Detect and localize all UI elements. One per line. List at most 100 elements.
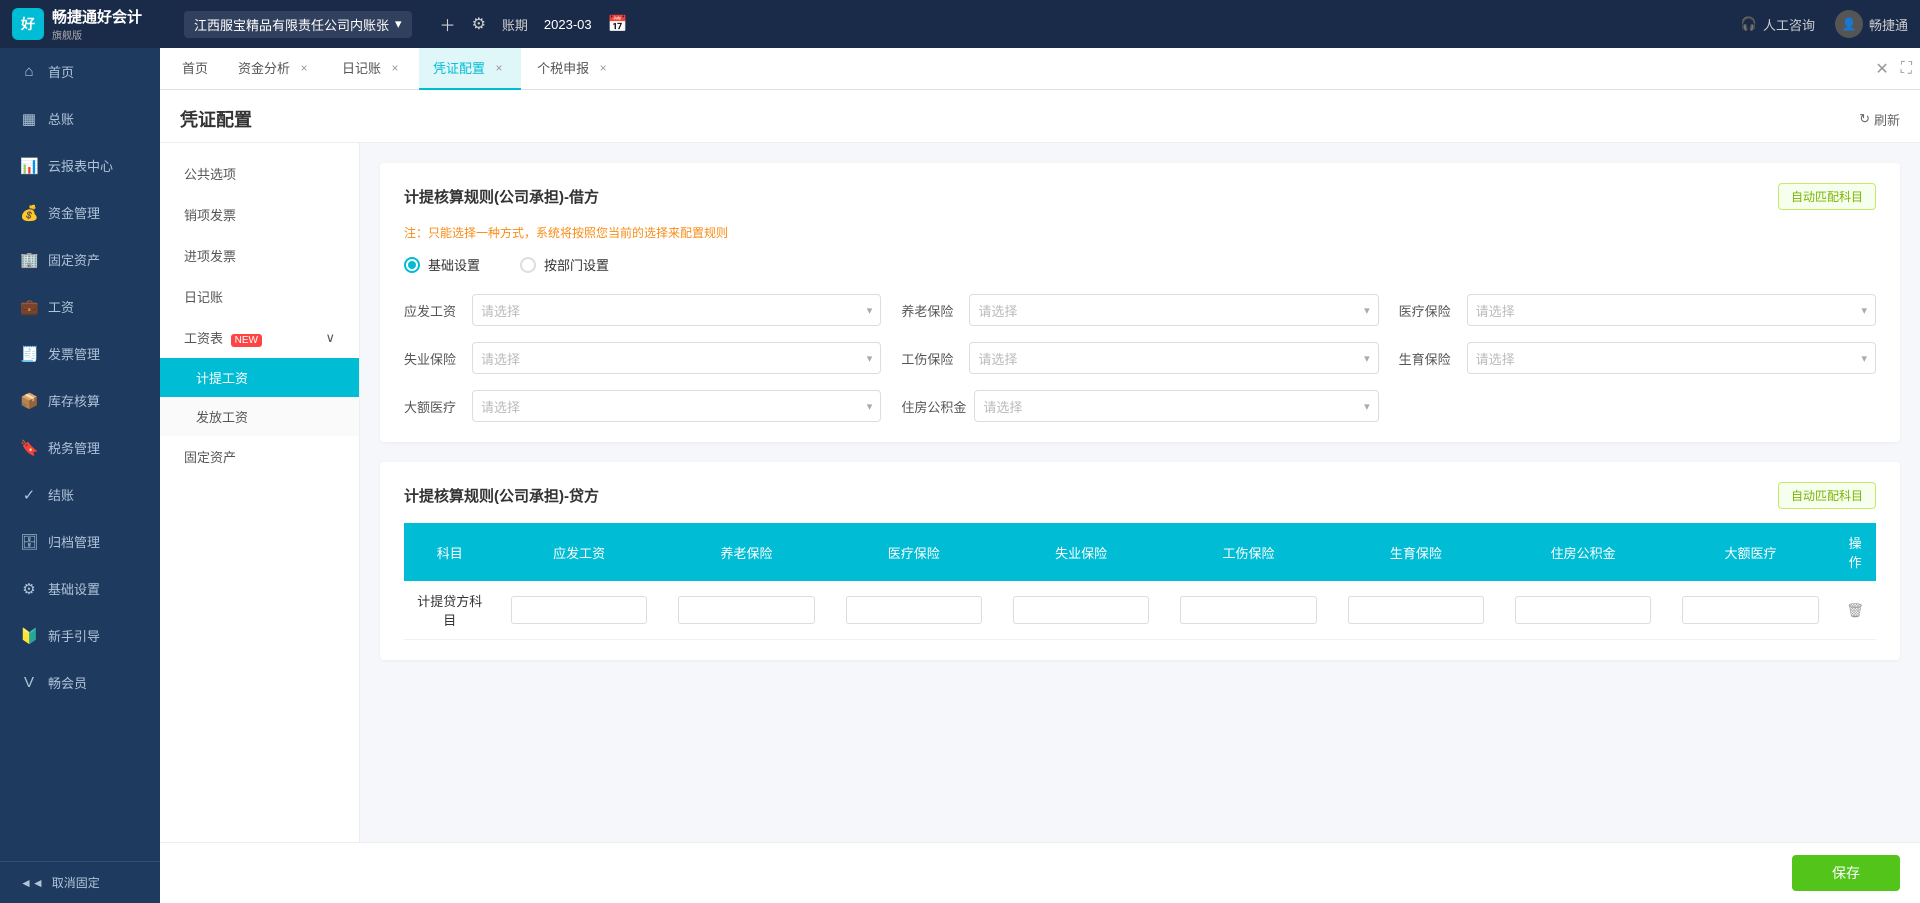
select-unemployment[interactable]: 请选择 ▾ [472,342,881,374]
radio-basic-label: 基础设置 [428,255,480,274]
sidebar-item-salary[interactable]: 💼 工资 [0,283,160,330]
sidebar-item-invoice[interactable]: 🧾 发票管理 [0,330,160,377]
page-title: 凭证配置 [180,106,252,132]
select-apply-salary-arrow: ▾ [867,304,873,317]
label-big-medical: 大额医疗 [404,397,464,416]
close-window-icon[interactable]: ✕ [1875,59,1888,79]
sidebar-item-reports[interactable]: 📊 云报表中心 [0,142,160,189]
tab-journal[interactable]: 日记账 × [328,48,417,90]
sidebar-item-guide[interactable]: 🔰 新手引导 [0,612,160,659]
sidebar-item-home[interactable]: ⌂ 首页 [0,48,160,95]
col-action: 操作 [1834,523,1876,581]
refresh-icon: ↻ [1859,111,1870,127]
label-pension: 养老保险 [901,301,961,320]
input-apply-salary[interactable] [511,596,647,624]
left-nav: 公共选项 销项发票 进项发票 日记账 工资表 NEW ∨ 计 [160,143,360,842]
input-big-medical[interactable] [1682,596,1818,624]
debit-auto-match-button[interactable]: 自动匹配科目 [1778,183,1876,210]
field-pension: 养老保险 请选择 ▾ [901,294,1378,326]
input-unemployment[interactable] [1013,596,1149,624]
top-bar-right: 🎧 人工咨询 👤 畅捷通 [1741,10,1908,38]
radio-group: 基础设置 按部门设置 [404,255,1876,274]
credit-auto-match-button[interactable]: 自动匹配科目 [1778,482,1876,509]
tab-journal-close[interactable]: × [387,60,403,76]
sidebar-item-checkout[interactable]: ✓ 结账 [0,471,160,518]
settings-icon[interactable]: ⚙ [472,14,486,34]
input-maternity[interactable] [1348,596,1484,624]
select-maternity[interactable]: 请选择 ▾ [1467,342,1876,374]
col-pension: 养老保险 [663,523,830,581]
left-nav-salary-group: 工资表 NEW ∨ 计提工资 发放工资 [160,317,359,436]
field-placeholder [1399,390,1876,422]
refresh-button[interactable]: ↻ 刷新 [1859,110,1900,129]
refresh-label: 刷新 [1874,110,1900,129]
sidebar-item-fund[interactable]: 💰 资金管理 [0,189,160,236]
input-injury[interactable] [1180,596,1316,624]
inventory-icon: 📦 [20,392,38,410]
member-icon: V [20,674,38,691]
tab-journal-label: 日记账 [342,58,381,77]
sidebar-item-settings[interactable]: ⚙ 基础设置 [0,565,160,612]
tab-fund-close[interactable]: × [296,60,312,76]
sidebar-cancel-pin[interactable]: ◄◄ 取消固定 [0,861,160,903]
support-label: 人工咨询 [1763,15,1815,34]
field-housing-fund: 住房公积金 请选择 ▾ [901,390,1378,422]
page-content: 凭证配置 ↻ 刷新 公共选项 销项发票 进项发票 日记账 [160,90,1920,903]
input-medical[interactable] [846,596,982,624]
left-nav-public[interactable]: 公共选项 [160,153,359,194]
tab-fund[interactable]: 资金分析 × [224,48,326,90]
select-housing-fund[interactable]: 请选择 ▾ [974,390,1378,422]
delete-row-icon[interactable]: 🗑 [1846,602,1864,618]
select-medical-arrow: ▾ [1861,304,1867,317]
logo-text: 畅捷通好会计 [52,6,142,27]
company-selector[interactable]: 江西服宝精品有限责任公司内账张 ▾ [184,11,412,38]
credit-section-header: 计提核算规则(公司承担)-贷方 自动匹配科目 [404,482,1876,509]
left-nav-sales[interactable]: 销项发票 [160,194,359,235]
tab-voucher-close[interactable]: × [491,60,507,76]
sidebar-label-inventory: 库存核算 [48,391,100,410]
input-pension[interactable] [678,596,814,624]
tab-voucher[interactable]: 凭证配置 × [419,48,521,90]
tab-tax[interactable]: 个税申报 × [523,48,625,90]
label-medical: 医疗保险 [1399,301,1459,320]
sidebar-item-member[interactable]: V 畅会员 [0,659,160,706]
left-nav-pay-salary[interactable]: 发放工资 [160,397,359,436]
radio-basic[interactable]: 基础设置 [404,255,480,274]
user-area[interactable]: 👤 畅捷通 [1835,10,1908,38]
left-nav-salary-header[interactable]: 工资表 NEW ∨ [160,317,359,358]
select-medical[interactable]: 请选择 ▾ [1467,294,1876,326]
radio-dept[interactable]: 按部门设置 [520,255,609,274]
logo-icon: 好 [12,8,44,40]
main-panel: 计提核算规则(公司承担)-借方 自动匹配科目 注：只能选择一种方式，系统将按照您… [360,143,1920,842]
field-medical: 医疗保险 请选择 ▾ [1399,294,1876,326]
sidebar-item-ledger[interactable]: ▦ 总账 [0,95,160,142]
left-nav-calc-salary[interactable]: 计提工资 [160,358,359,397]
reports-icon: 📊 [20,157,38,175]
support-button[interactable]: 🎧 人工咨询 [1741,15,1815,34]
save-button[interactable]: 保存 [1792,855,1900,891]
field-big-medical: 大额医疗 请选择 ▾ [404,390,881,422]
calendar-icon[interactable]: 📅 [608,14,628,34]
home-icon: ⌂ [20,63,38,80]
sidebar-item-archive[interactable]: 🗄 归档管理 [0,518,160,565]
sidebar-item-tax[interactable]: 🔖 税务管理 [0,424,160,471]
top-bar: 好 畅捷通好会计 旗舰版 江西服宝精品有限责任公司内账张 ▾ ＋ ⚙ 账期 20… [0,0,1920,48]
add-icon[interactable]: ＋ [440,12,456,36]
tab-home[interactable]: 首页 [168,48,222,90]
tab-fund-label: 资金分析 [238,58,290,77]
sidebar-item-inventory[interactable]: 📦 库存核算 [0,377,160,424]
sidebar-item-assets[interactable]: 🏢 固定资产 [0,236,160,283]
select-injury[interactable]: 请选择 ▾ [969,342,1378,374]
left-nav-fixed-assets[interactable]: 固定资产 [160,436,359,477]
left-nav-purchase[interactable]: 进项发票 [160,235,359,276]
tab-tax-close[interactable]: × [595,60,611,76]
company-dropdown-icon: ▾ [395,16,402,32]
expand-icon[interactable]: ⛶ [1901,60,1912,78]
left-nav-journal[interactable]: 日记账 [160,276,359,317]
select-pension[interactable]: 请选择 ▾ [969,294,1378,326]
select-big-medical[interactable]: 请选择 ▾ [472,390,881,422]
select-apply-salary[interactable]: 请选择 ▾ [472,294,881,326]
col-big-medical: 大额医疗 [1667,523,1834,581]
sidebar-label-home: 首页 [48,62,74,81]
input-housing-fund[interactable] [1515,596,1651,624]
